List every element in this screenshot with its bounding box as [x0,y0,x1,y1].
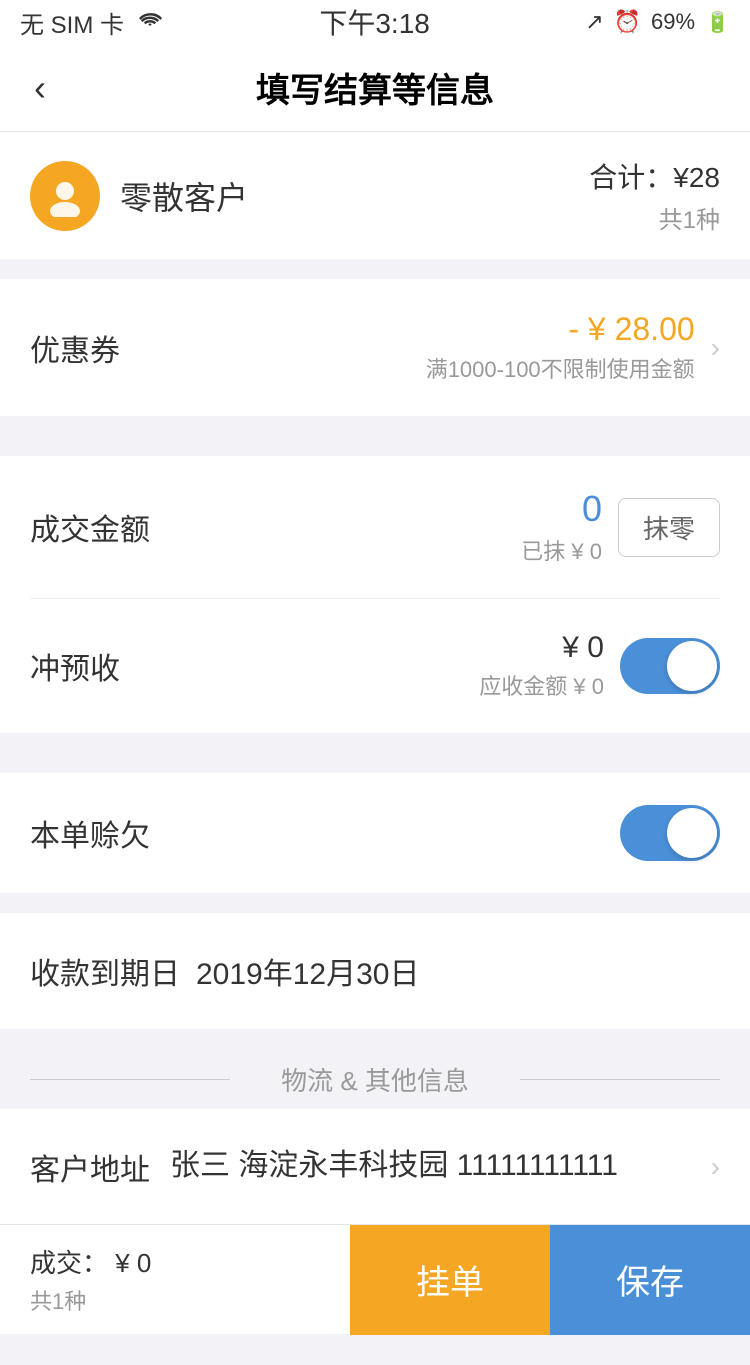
deal-amount-right: 0 已抹 ¥ 0 抹零 [521,488,720,566]
due-date-row: 收款到期日 2019年12月30日 [0,913,750,1029]
alarm-icon: ⏰ [614,9,641,35]
debt-right [620,805,720,861]
customer-avatar [30,161,100,231]
customer-name: 零散客户 [120,173,248,219]
content: 零散客户 合计：¥28 共1种 优惠券 - ¥ 28.00 满1000-100不… [0,132,750,1365]
deal-amount-value: 0 [521,488,602,530]
address-value: 张三 海淀永丰科技园 11111111111 [170,1145,618,1187]
address-left: 客户地址 张三 海淀永丰科技园 11111111111 [30,1145,618,1189]
status-left: 无 SIM 卡 [20,5,164,40]
prepay-col: ¥ 0 应收金额 ¥ 0 [479,631,604,701]
page-title: 填写结算等信息 [256,63,494,112]
back-button[interactable]: ‹ [24,57,56,119]
deal-prepay-section: 成交金额 0 已抹 ¥ 0 抹零 冲预收 ¥ 0 应收金额 ¥ 0 [0,456,750,733]
bottom-count: 共1种 [30,1284,320,1316]
prepay-row: 冲预收 ¥ 0 应收金额 ¥ 0 [30,599,720,733]
customer-row: 零散客户 合计：¥28 共1种 [0,132,750,259]
status-bar: 无 SIM 卡 下午3:18 ↗ ⏰ 69% 🔋 [0,0,750,44]
battery-icon: 🔋 [705,10,730,35]
hang-button[interactable]: 挂单 [350,1225,550,1335]
gray-divider-2 [0,753,750,773]
coupon-section: 优惠券 - ¥ 28.00 满1000-100不限制使用金额 › [0,279,750,416]
debt-toggle[interactable] [620,805,720,861]
deal-amount-label: 成交金额 [30,505,150,549]
coupon-right-col: - ¥ 28.00 满1000-100不限制使用金额 [426,311,695,384]
total-amount: 合计：¥28 [589,156,720,196]
due-date-value: 2019年12月30日 [196,949,419,993]
prepay-sub: 应收金额 ¥ 0 [479,669,604,701]
coupon-right: - ¥ 28.00 满1000-100不限制使用金额 › [426,311,720,384]
bottom-deal-label: 成交： [30,1248,108,1278]
debt-row: 本单赊欠 [30,773,720,893]
toggle-knob [667,641,717,691]
prepay-label: 冲预收 [30,644,120,688]
prepay-amount: ¥ 0 [479,631,604,665]
nav-bar: ‹ 填写结算等信息 [0,44,750,132]
bottom-deal: 成交： ¥ 0 [30,1243,320,1280]
coupon-row[interactable]: 优惠券 - ¥ 28.00 满1000-100不限制使用金额 › [30,279,720,416]
logistics-divider-text: 物流 & 其他信息 [261,1061,489,1098]
gray-divider [0,436,750,456]
customer-left: 零散客户 [30,161,248,231]
deal-amount-sub: 已抹 ¥ 0 [521,534,602,566]
bottom-bar: 成交： ¥ 0 共1种 挂单 保存 [0,1224,750,1334]
deal-amount-col: 0 已抹 ¥ 0 [521,488,602,566]
logistics-divider: 物流 & 其他信息 [0,1049,750,1109]
bottom-info: 成交： ¥ 0 共1种 [0,1243,350,1316]
coupon-label: 优惠券 [30,326,120,370]
save-button[interactable]: 保存 [550,1225,750,1335]
status-right: ↗ ⏰ 69% 🔋 [585,9,730,35]
total-count: 共1种 [589,200,720,235]
battery-label: 69% [651,9,695,35]
debt-section: 本单赊欠 [0,773,750,893]
address-label: 客户地址 [30,1145,150,1189]
location-icon: ↗ [585,9,603,35]
carrier-label: 无 SIM 卡 [20,5,124,40]
prepay-right: ¥ 0 应收金额 ¥ 0 [479,631,720,701]
debt-label: 本单赊欠 [30,811,150,855]
round-button[interactable]: 抹零 [618,498,720,557]
prepay-toggle[interactable] [620,638,720,694]
customer-right: 合计：¥28 共1种 [589,156,720,235]
address-row[interactable]: 客户地址 张三 海淀永丰科技园 11111111111 › [0,1109,750,1225]
address-chevron-icon: › [711,1151,720,1183]
due-date-label: 收款到期日 [30,949,180,993]
debt-toggle-knob [667,808,717,858]
status-time: 下午3:18 [319,2,430,42]
coupon-desc: 满1000-100不限制使用金额 [426,352,695,384]
coupon-amount: - ¥ 28.00 [426,311,695,348]
deal-amount-row: 成交金额 0 已抹 ¥ 0 抹零 [30,456,720,599]
wifi-icon [136,8,164,36]
chevron-right-icon: › [711,332,720,364]
bottom-deal-value: ¥ 0 [115,1248,151,1278]
